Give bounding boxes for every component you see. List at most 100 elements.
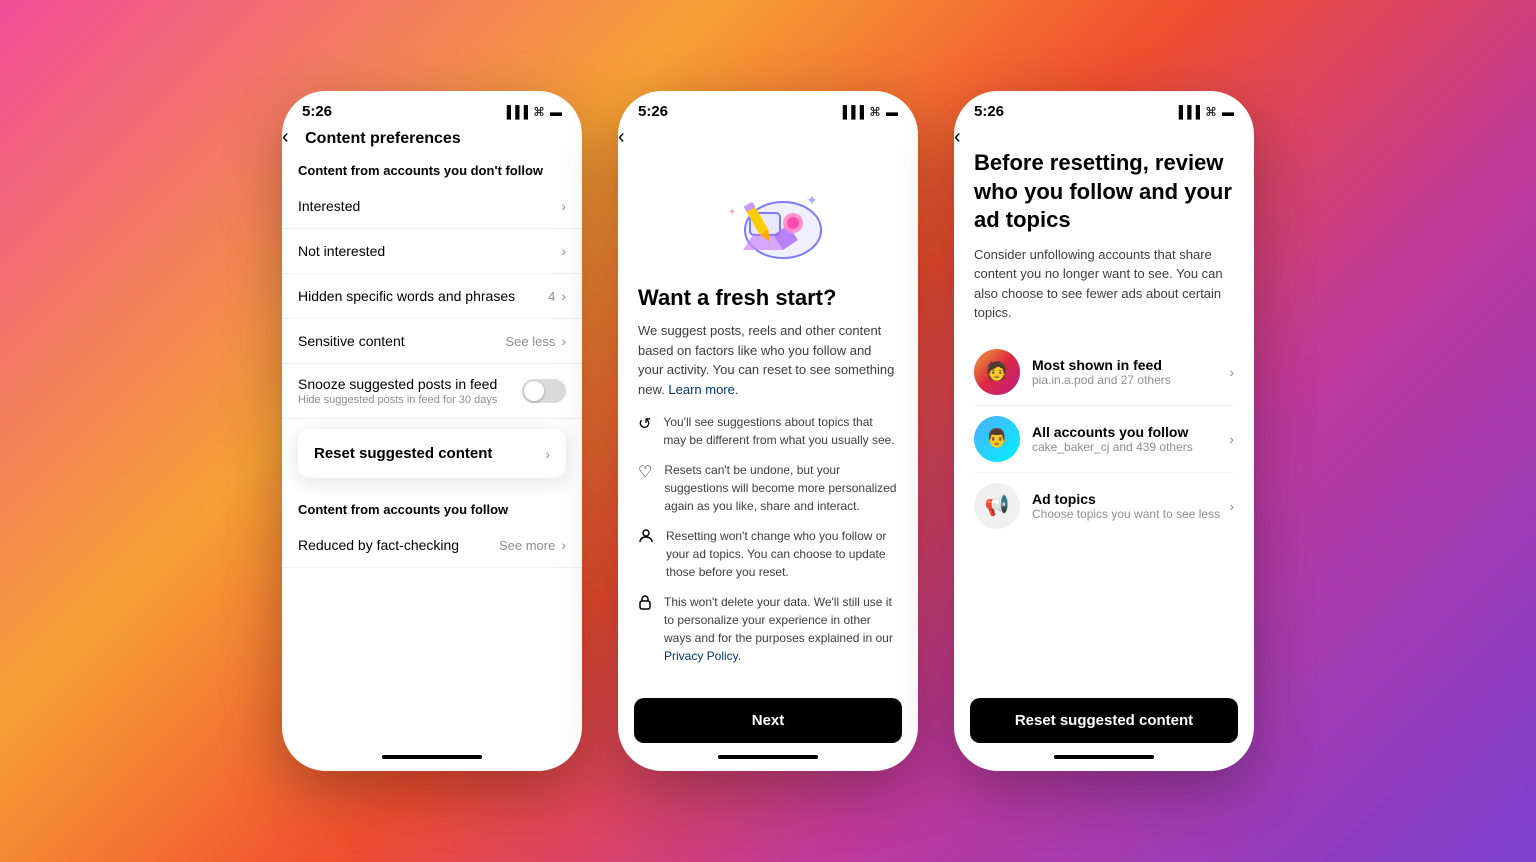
snooze-desc: Hide suggested posts in feed for 30 days xyxy=(298,394,522,406)
hidden-words-item[interactable]: Hidden specific words and phrases 4 › xyxy=(282,274,582,319)
home-indicator-3 xyxy=(954,747,1254,771)
bullet-4-text: This won't delete your data. We'll still… xyxy=(664,593,898,665)
heart-icon: ♡ xyxy=(638,462,652,482)
nav-header-1: ‹ Content preferences xyxy=(282,126,582,149)
status-time-1: 5:26 xyxy=(302,103,332,120)
interested-chevron: › xyxy=(561,198,566,214)
ad-topics-name: Ad topics xyxy=(1032,491,1229,507)
svg-text:✦: ✦ xyxy=(728,207,736,218)
account-2-chevron: › xyxy=(1229,431,1234,447)
interested-label: Interested xyxy=(298,198,360,214)
phone-2: 5:26 ▐▐▐ ⌘ ▬ ‹ ✦ ✦ xyxy=(618,91,918,771)
hidden-words-right: 4 › xyxy=(548,288,566,304)
battery-icon-2: ▬ xyxy=(886,105,898,119)
sensitive-chevron: › xyxy=(561,333,566,349)
sensitive-label: Sensitive content xyxy=(298,333,405,349)
section1-header: Content from accounts you don't follow xyxy=(282,149,582,184)
status-icons-1: ▐▐▐ ⌘ ▬ xyxy=(502,105,562,119)
ad-icon-wrap: 📢 xyxy=(974,483,1020,529)
wifi-icon: ⌘ xyxy=(533,105,545,119)
snooze-text: Snooze suggested posts in feed Hide sugg… xyxy=(298,376,522,406)
wifi-icon-2: ⌘ xyxy=(869,105,881,119)
fresh-start-illustration: ✦ ✦ xyxy=(698,175,838,275)
screen-1: Content from accounts you don't follow I… xyxy=(282,149,582,747)
avatar-2-face: 👨 xyxy=(974,416,1020,462)
fresh-title: Want a fresh start? xyxy=(638,285,898,311)
bullet-3-text: Resetting won't change who you follow or… xyxy=(666,527,898,581)
reset-card[interactable]: Reset suggested content › xyxy=(298,429,566,478)
screen-2: Want a fresh start? We suggest posts, re… xyxy=(618,285,918,686)
back-button-3[interactable]: ‹ xyxy=(954,126,961,148)
account-2-name: All accounts you follow xyxy=(1032,424,1229,440)
snooze-toggle[interactable] xyxy=(522,379,566,403)
section2-header: Content from accounts you follow xyxy=(282,488,582,523)
account-2-sub: cake_baker_cj and 439 others xyxy=(1032,440,1229,454)
sensitive-see-less: See less xyxy=(505,334,555,349)
signal-icon-2: ▐▐▐ xyxy=(838,105,864,119)
svg-text:✦: ✦ xyxy=(806,192,818,208)
account-1-text: Most shown in feed pia.in.a.pod and 27 o… xyxy=(1032,357,1229,387)
illustration: ✦ ✦ xyxy=(688,165,848,285)
account-1-chevron: › xyxy=(1229,364,1234,380)
not-interested-label: Not interested xyxy=(298,243,385,259)
ad-topics-text: Ad topics Choose topics you want to see … xyxy=(1032,491,1229,521)
account-item-2[interactable]: 👨 All accounts you follow cake_baker_cj … xyxy=(974,406,1234,473)
next-button[interactable]: Next xyxy=(634,698,902,743)
bottom-btn-area-2: Next xyxy=(618,686,918,747)
ad-topics-chevron: › xyxy=(1229,498,1234,514)
phone-3: 5:26 ▐▐▐ ⌘ ▬ ‹ Before resetting, review … xyxy=(954,91,1254,771)
fresh-desc: We suggest posts, reels and other conten… xyxy=(638,321,898,399)
signal-icon: ▐▐▐ xyxy=(502,105,528,119)
avatar-2: 👨 xyxy=(974,416,1020,462)
sensitive-right: See less › xyxy=(505,333,566,349)
fact-check-see-more: See more xyxy=(499,538,555,553)
privacy-policy-link[interactable]: Privacy Policy xyxy=(664,649,738,663)
fact-check-item[interactable]: Reduced by fact-checking See more › xyxy=(282,523,582,568)
home-indicator-1 xyxy=(282,747,582,771)
reset-button[interactable]: Reset suggested content xyxy=(970,698,1238,743)
review-desc: Consider unfollowing accounts that share… xyxy=(974,245,1234,323)
status-time-2: 5:26 xyxy=(638,103,668,120)
sensitive-item[interactable]: Sensitive content See less › xyxy=(282,319,582,364)
home-bar-1 xyxy=(382,755,482,759)
ad-topics-item[interactable]: 📢 Ad topics Choose topics you want to se… xyxy=(974,473,1234,539)
snooze-title: Snooze suggested posts in feed xyxy=(298,376,522,392)
status-bar-1: 5:26 ▐▐▐ ⌘ ▬ xyxy=(282,91,582,126)
fact-check-label: Reduced by fact-checking xyxy=(298,537,459,553)
fresh-content: Want a fresh start? We suggest posts, re… xyxy=(618,285,918,686)
hidden-words-chevron: › xyxy=(561,288,566,304)
screen-3: Before resetting, review who you follow … xyxy=(954,149,1254,686)
account-2-text: All accounts you follow cake_baker_cj an… xyxy=(1032,424,1229,454)
hidden-words-label: Hidden specific words and phrases xyxy=(298,288,515,304)
fact-check-chevron: › xyxy=(561,537,566,553)
nav-header-2: ‹ xyxy=(618,126,918,149)
bullet-2: ♡ Resets can't be undone, but your sugge… xyxy=(638,461,898,515)
snooze-item[interactable]: Snooze suggested posts in feed Hide sugg… xyxy=(282,364,582,419)
review-content: Before resetting, review who you follow … xyxy=(954,149,1254,686)
battery-icon: ▬ xyxy=(550,105,562,119)
status-bar-2: 5:26 ▐▐▐ ⌘ ▬ xyxy=(618,91,918,126)
review-title: Before resetting, review who you follow … xyxy=(974,149,1234,235)
reset-card-label: Reset suggested content xyxy=(314,445,492,462)
status-icons-3: ▐▐▐ ⌘ ▬ xyxy=(1174,105,1234,119)
bullet-2-text: Resets can't be undone, but your suggest… xyxy=(664,461,898,515)
wifi-icon-3: ⌘ xyxy=(1205,105,1217,119)
interested-item[interactable]: Interested › xyxy=(282,184,582,229)
not-interested-chevron: › xyxy=(561,243,566,259)
avatar-1-face: 🧑 xyxy=(974,349,1020,395)
account-item-1[interactable]: 🧑 Most shown in feed pia.in.a.pod and 27… xyxy=(974,339,1234,406)
back-button-1[interactable]: ‹ xyxy=(282,126,289,148)
not-interested-item[interactable]: Not interested › xyxy=(282,229,582,274)
nav-header-3: ‹ xyxy=(954,126,1254,149)
status-bar-3: 5:26 ▐▐▐ ⌘ ▬ xyxy=(954,91,1254,126)
status-time-3: 5:26 xyxy=(974,103,1004,120)
back-button-2[interactable]: ‹ xyxy=(618,126,625,148)
hidden-words-count: 4 xyxy=(548,289,555,304)
bullet-1-text: You'll see suggestions about topics that… xyxy=(663,413,898,449)
home-bar-2 xyxy=(718,755,818,759)
learn-more-link[interactable]: Learn more xyxy=(668,382,734,397)
toggle-knob xyxy=(524,381,544,401)
refresh-icon: ↺ xyxy=(638,414,651,434)
bullet-4: This won't delete your data. We'll still… xyxy=(638,593,898,665)
signal-icon-3: ▐▐▐ xyxy=(1174,105,1200,119)
